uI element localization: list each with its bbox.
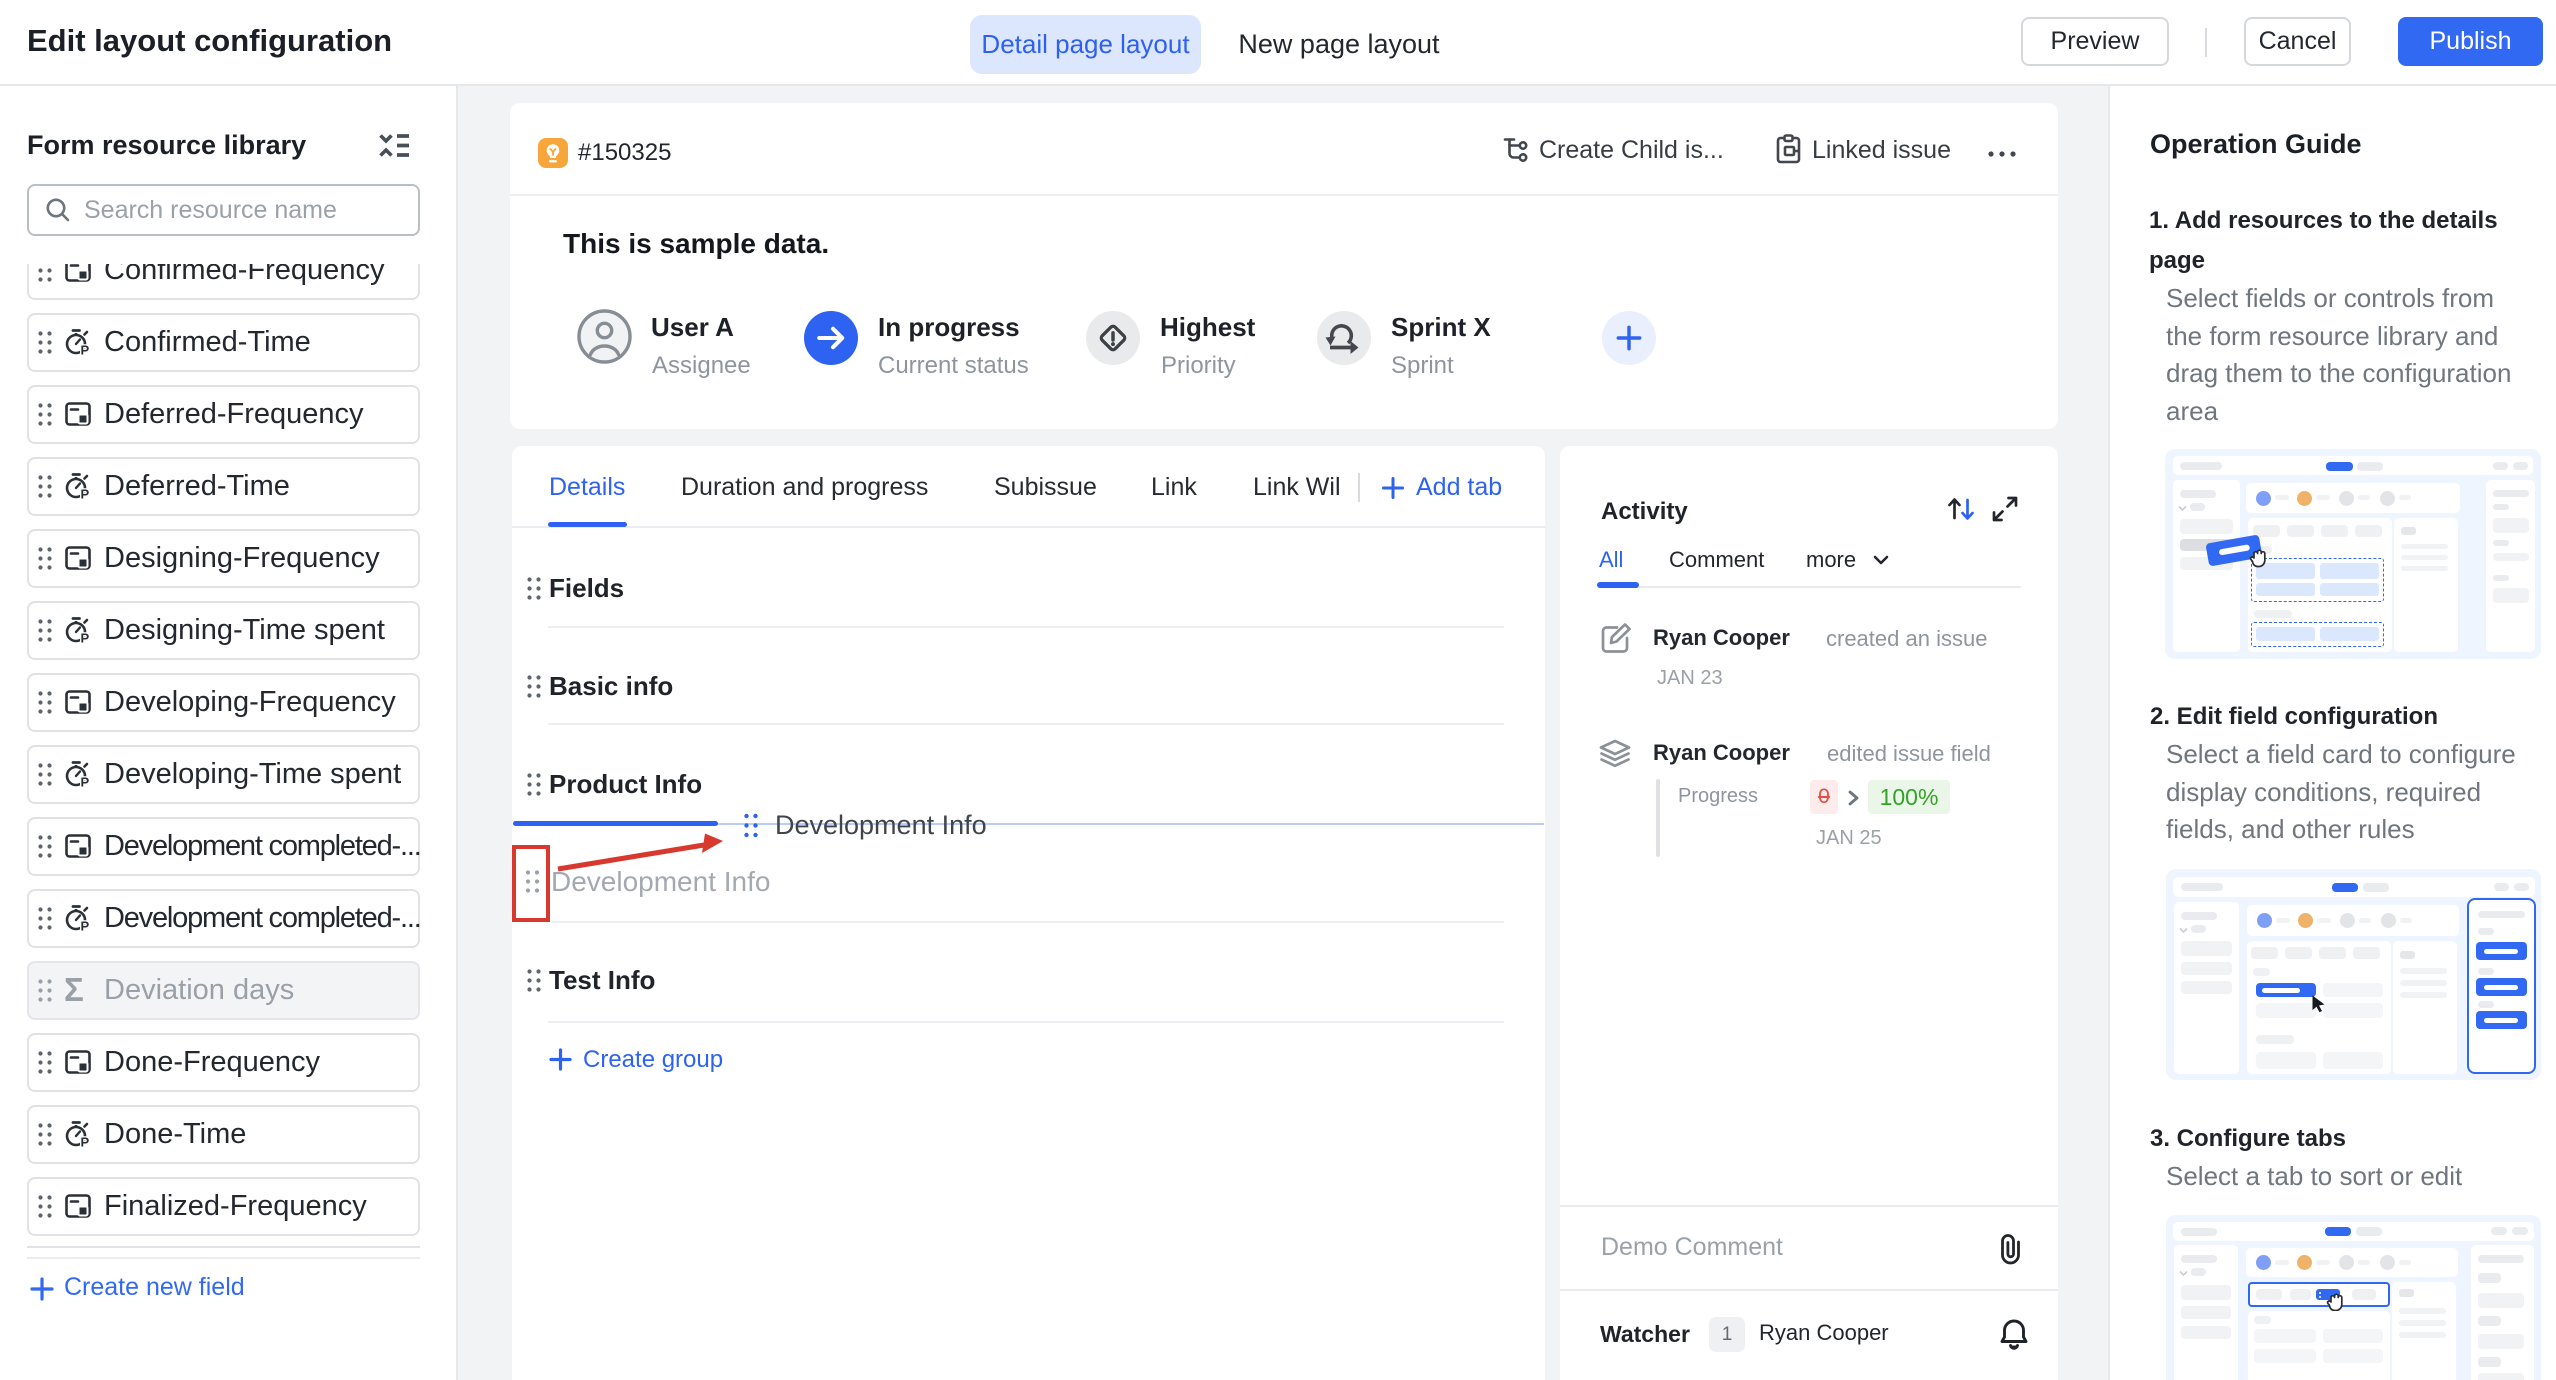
- svg-text:P: P: [81, 775, 90, 790]
- svg-text:P: P: [81, 487, 90, 502]
- svg-text:P: P: [81, 631, 90, 646]
- svg-text:P: P: [81, 919, 90, 934]
- svg-text:P: P: [81, 343, 90, 358]
- svg-text:P: P: [81, 1135, 90, 1150]
